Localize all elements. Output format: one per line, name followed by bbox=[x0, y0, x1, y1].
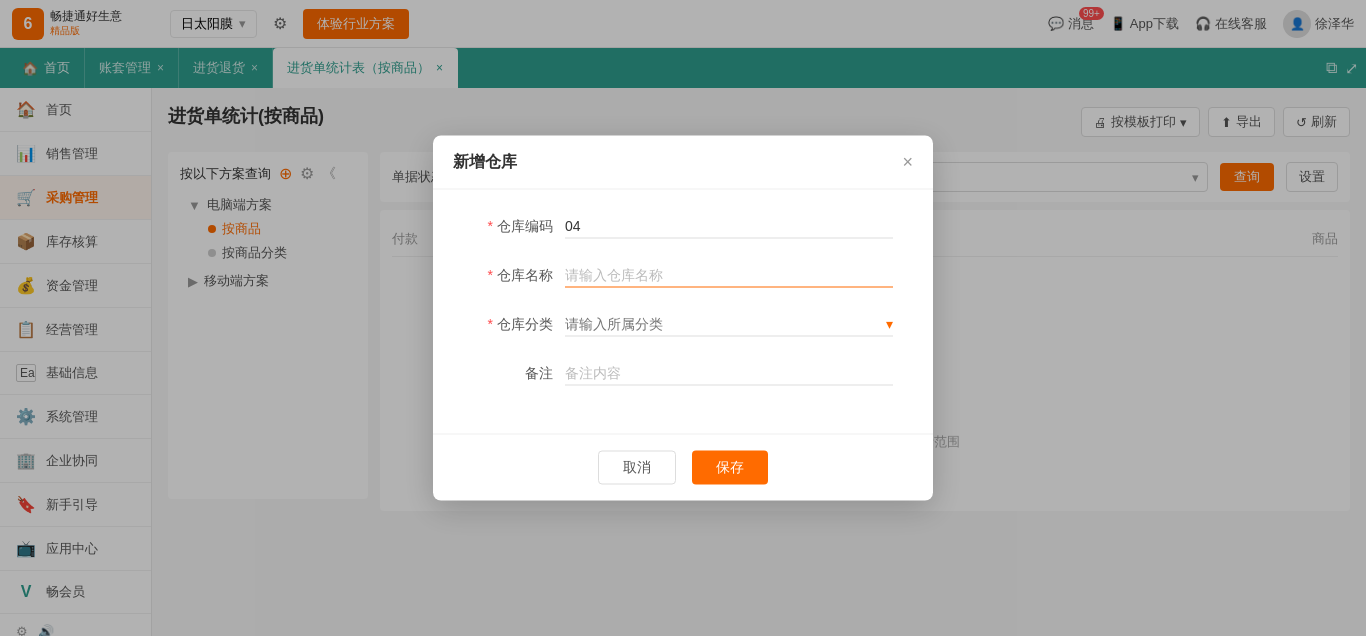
warehouse-category-input[interactable] bbox=[565, 312, 886, 336]
modal-header: 新增仓库 × bbox=[433, 136, 933, 190]
modal-footer: 取消 保存 bbox=[433, 434, 933, 501]
category-dropdown-icon: ▾ bbox=[886, 316, 893, 332]
warehouse-code-row: 仓库编码 bbox=[473, 214, 893, 239]
warehouse-name-label: 仓库名称 bbox=[473, 266, 553, 284]
warehouse-code-input-wrap bbox=[565, 214, 893, 239]
warehouse-category-select[interactable]: ▾ bbox=[565, 312, 893, 337]
save-button[interactable]: 保存 bbox=[692, 451, 768, 485]
warehouse-category-label: 仓库分类 bbox=[473, 315, 553, 333]
cancel-button[interactable]: 取消 bbox=[598, 451, 676, 485]
modal-body: 仓库编码 仓库名称 仓库分类 ▾ 备注 bbox=[433, 190, 933, 434]
warehouse-name-input[interactable] bbox=[565, 263, 893, 288]
modal-title: 新增仓库 bbox=[453, 152, 517, 173]
warehouse-name-input-wrap bbox=[565, 263, 893, 288]
warehouse-code-input[interactable] bbox=[565, 214, 893, 239]
warehouse-remark-input[interactable] bbox=[565, 361, 893, 386]
warehouse-remark-row: 备注 bbox=[473, 361, 893, 386]
warehouse-category-row: 仓库分类 ▾ bbox=[473, 312, 893, 337]
add-warehouse-modal: 新增仓库 × 仓库编码 仓库名称 仓库分类 ▾ 备注 bbox=[433, 136, 933, 501]
warehouse-remark-label: 备注 bbox=[473, 364, 553, 382]
warehouse-code-label: 仓库编码 bbox=[473, 217, 553, 235]
modal-close-button[interactable]: × bbox=[902, 152, 913, 173]
warehouse-name-row: 仓库名称 bbox=[473, 263, 893, 288]
warehouse-remark-input-wrap bbox=[565, 361, 893, 386]
